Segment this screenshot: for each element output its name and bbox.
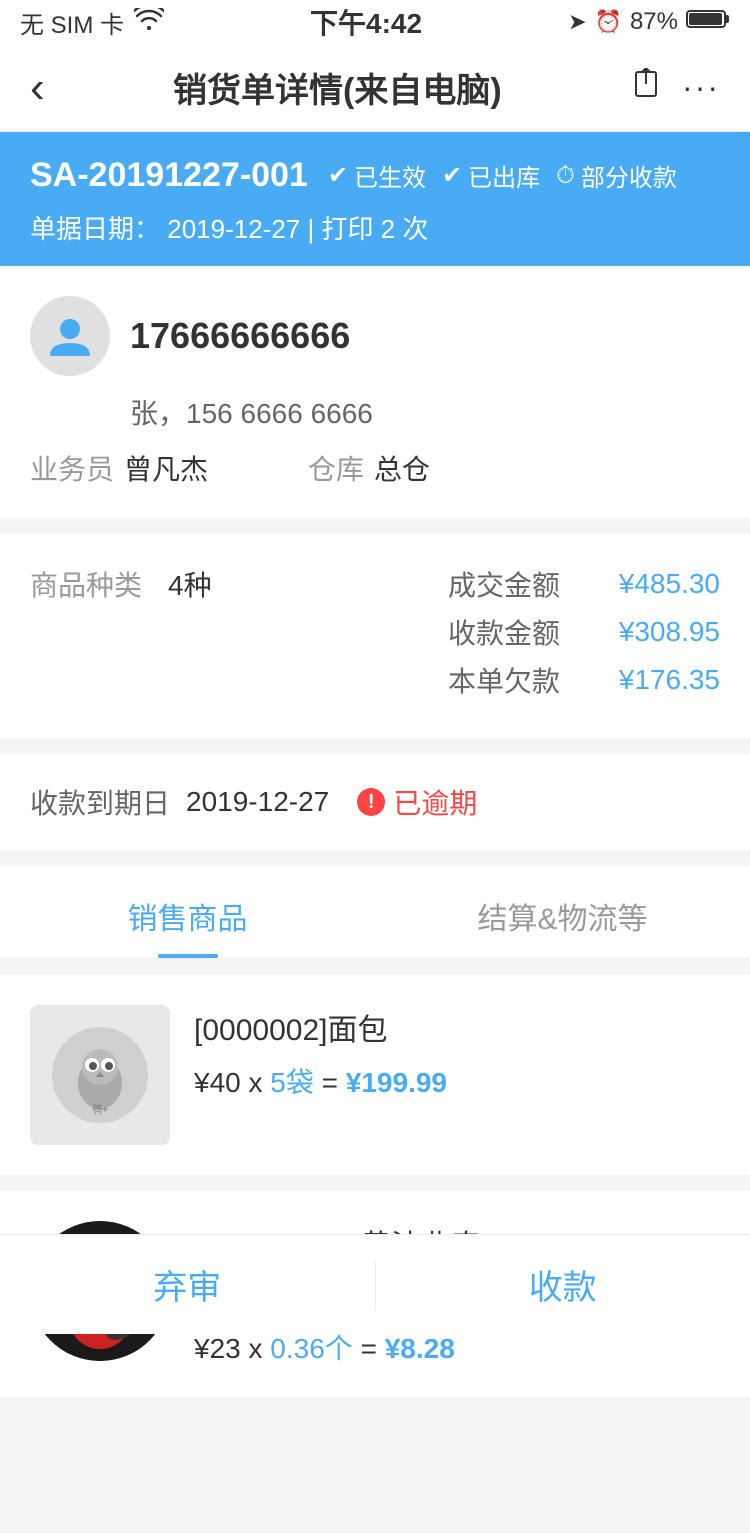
order-header-top: SA-20191227-001 ✔ 已生效 ✔ 已出库 ⏱ 部分收款 bbox=[30, 156, 720, 195]
back-button[interactable]: ‹ bbox=[30, 63, 45, 113]
cancel-review-button[interactable]: 弃审 bbox=[0, 1240, 375, 1329]
payment-amount-row: 收款金额 ¥308.95 bbox=[448, 612, 720, 652]
salesperson-info: 业务员 曾凡杰 bbox=[30, 448, 208, 488]
bottom-bar: 弃审 收款 bbox=[0, 1234, 750, 1334]
overdue-text: 已逾期 bbox=[393, 782, 477, 822]
carrier-text: 无 SIM 卡 bbox=[20, 5, 124, 40]
status-badge-shipped: ✔ 已出库 bbox=[442, 158, 540, 193]
nav-actions: ··· bbox=[630, 68, 720, 108]
summary-row: 商品种类 4种 成交金额 ¥485.30 收款金额 ¥308.95 本单欠款 ¥… bbox=[30, 564, 720, 708]
status-bar: 无 SIM 卡 下午4:42 ➤ ⏰ 87% bbox=[0, 0, 750, 44]
warehouse-info: 仓库 总仓 bbox=[308, 448, 430, 488]
product-item: 鸮+ [0000002]面包 ¥40 x 5袋 = ¥199.99 bbox=[0, 975, 750, 1175]
status-badge-effective: ✔ 已生效 bbox=[328, 158, 426, 193]
check-icon-2: ✔ bbox=[442, 161, 462, 190]
product-tabs: 销售商品 结算&物流等 bbox=[0, 866, 750, 959]
avatar bbox=[30, 296, 110, 376]
summary-section: 商品种类 4种 成交金额 ¥485.30 收款金额 ¥308.95 本单欠款 ¥… bbox=[0, 534, 750, 738]
status-badge-partial: ⏱ 部分收款 bbox=[556, 158, 677, 193]
tab-underline bbox=[158, 954, 218, 958]
battery-text: 87% bbox=[630, 8, 678, 36]
product-name-1: [0000002]面包 bbox=[194, 1005, 720, 1049]
nav-bar: ‹ 销货单详情(来自电脑) ··· bbox=[0, 44, 750, 132]
page-title: 销货单详情(来自电脑) bbox=[173, 63, 502, 112]
customer-meta: 业务员 曾凡杰 仓库 总仓 bbox=[30, 448, 720, 488]
share-icon[interactable] bbox=[630, 68, 662, 108]
customer-row: 17666666666 bbox=[30, 296, 720, 376]
tab-settlement[interactable]: 结算&物流等 bbox=[375, 866, 750, 958]
order-id: SA-20191227-001 bbox=[30, 156, 308, 195]
more-icon[interactable]: ··· bbox=[682, 69, 720, 106]
status-right: ➤ ⏰ 87% bbox=[568, 8, 730, 37]
battery-icon bbox=[686, 8, 730, 37]
order-header: SA-20191227-001 ✔ 已生效 ✔ 已出库 ⏱ 部分收款 单据日期：… bbox=[0, 132, 750, 266]
product-info-1: [0000002]面包 ¥40 x 5袋 = ¥199.99 bbox=[194, 1005, 720, 1101]
due-date-section: 收款到期日 2019-12-27 ! 已逾期 bbox=[0, 754, 750, 850]
product-thumbnail-1: 鸮+ bbox=[30, 1005, 170, 1145]
customer-phone: 17666666666 bbox=[130, 315, 350, 357]
status-time: 下午4:42 bbox=[310, 2, 422, 42]
product-price-1: ¥40 x 5袋 = ¥199.99 bbox=[194, 1061, 720, 1101]
order-date-info: 单据日期： 2019-12-27 | 打印 2 次 bbox=[30, 209, 720, 246]
location-icon: ➤ bbox=[568, 9, 586, 35]
check-icon-1: ✔ bbox=[328, 161, 348, 190]
clock-icon: ⏱ bbox=[556, 162, 575, 190]
overdue-icon: ! bbox=[357, 788, 385, 816]
customer-section: 17666666666 张，156 6666 6666 业务员 曾凡杰 仓库 总… bbox=[0, 266, 750, 518]
alarm-icon: ⏰ bbox=[595, 9, 622, 35]
wifi-icon bbox=[134, 8, 164, 37]
overdue-badge: ! 已逾期 bbox=[345, 778, 489, 826]
svg-text:鸮+: 鸮+ bbox=[92, 1103, 108, 1116]
status-left: 无 SIM 卡 bbox=[20, 5, 164, 40]
status-badges: ✔ 已生效 ✔ 已出库 ⏱ 部分收款 bbox=[328, 158, 677, 193]
collect-button[interactable]: 收款 bbox=[376, 1240, 750, 1329]
amounts-info: 成交金额 ¥485.30 收款金额 ¥308.95 本单欠款 ¥176.35 bbox=[448, 564, 720, 708]
product-kinds: 商品种类 4种 bbox=[30, 564, 212, 604]
tab-products[interactable]: 销售商品 bbox=[0, 866, 375, 958]
product-types-info: 商品种类 4种 bbox=[30, 564, 212, 604]
debt-amount-row: 本单欠款 ¥176.35 bbox=[448, 660, 720, 700]
customer-name-phone: 张，156 6666 6666 bbox=[130, 392, 720, 432]
transaction-amount-row: 成交金额 ¥485.30 bbox=[448, 564, 720, 604]
